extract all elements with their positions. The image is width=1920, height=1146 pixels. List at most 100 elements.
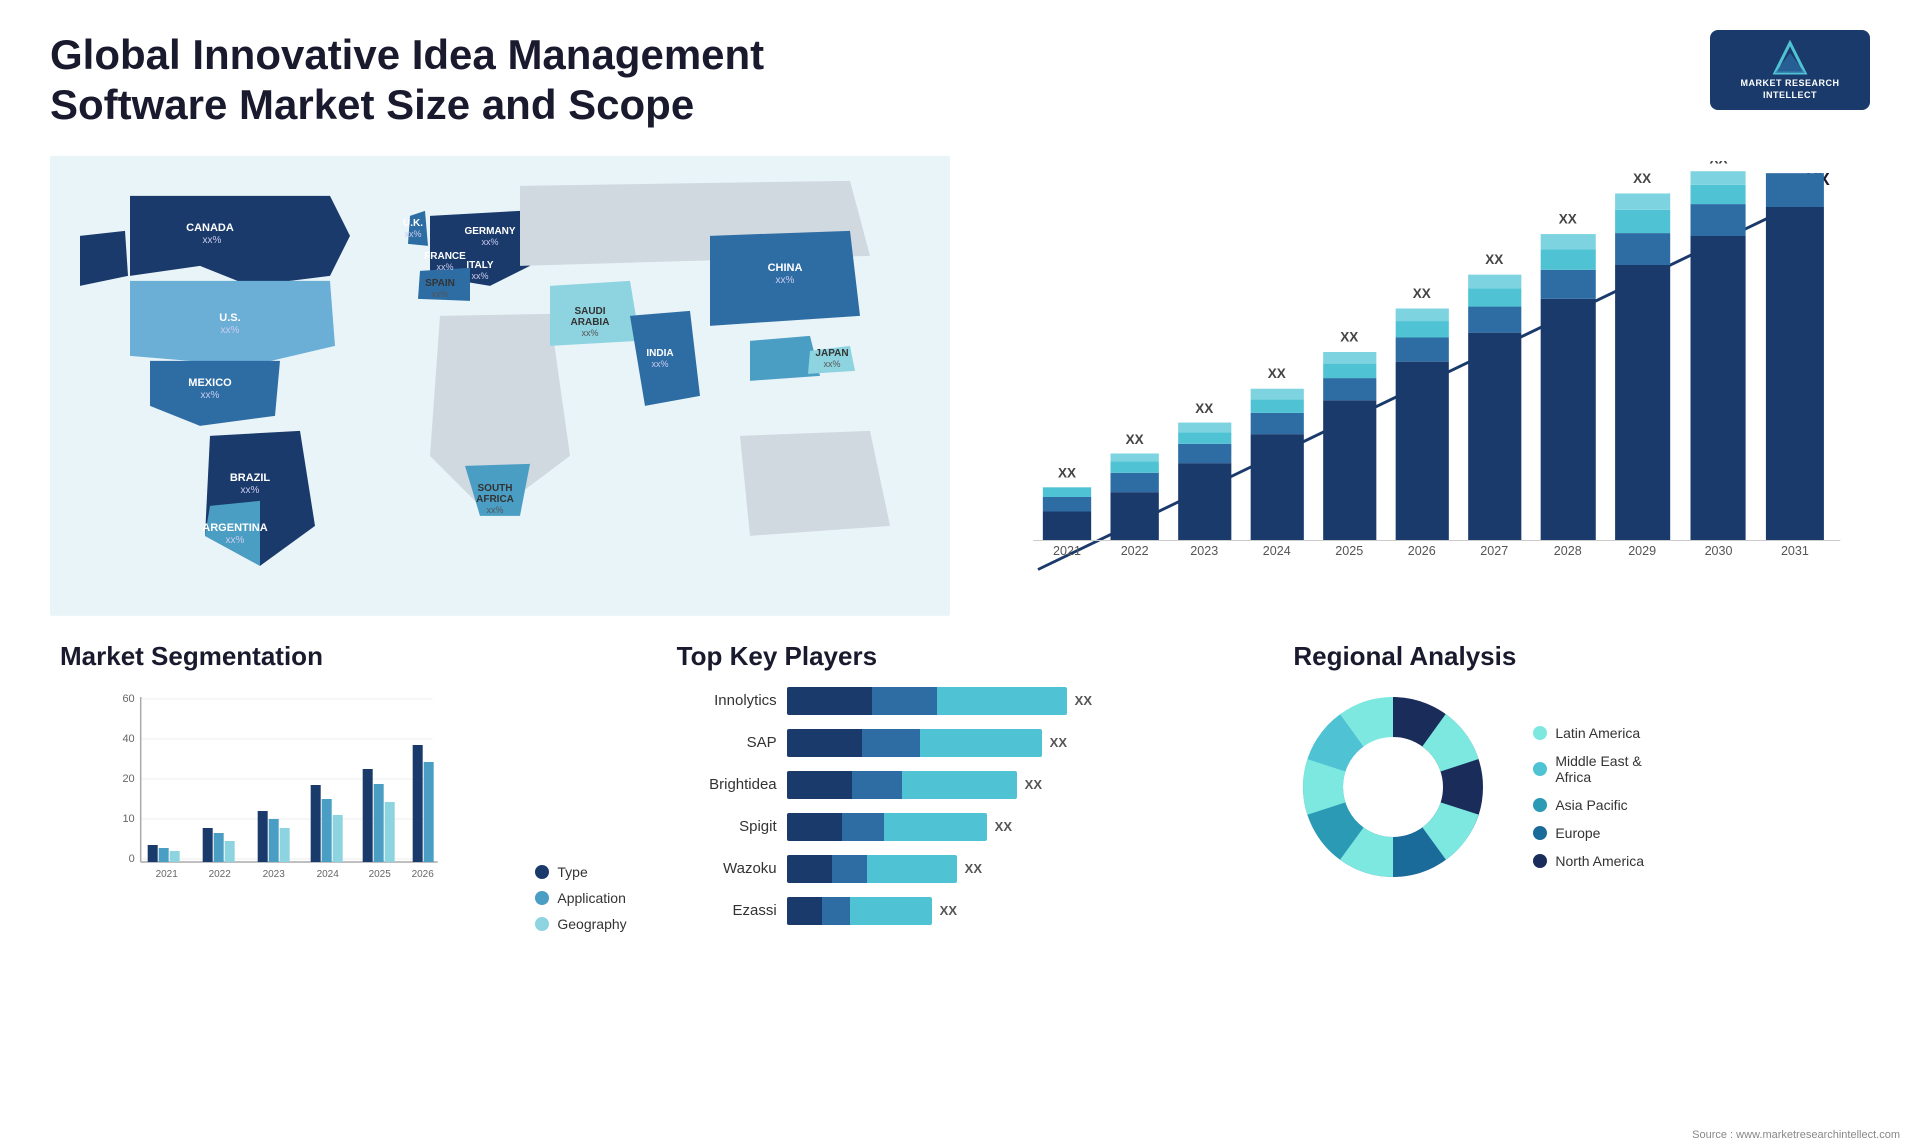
player-name-spigit: Spigit	[677, 818, 777, 835]
bar-2025-s3	[1323, 363, 1376, 378]
bar-2022-s1	[1111, 492, 1159, 540]
europe-label: Europe	[1555, 825, 1600, 841]
player-val: XX	[995, 819, 1012, 834]
bar-seg3	[902, 771, 1017, 799]
player-row: Brightidea XX	[677, 771, 1244, 799]
bar-2022-year: 2022	[1121, 544, 1149, 558]
bar-seg1	[787, 729, 862, 757]
bar-2026-year: 2026	[1408, 544, 1436, 558]
regional-section: Regional Analysis	[1283, 631, 1870, 942]
bar-2029-s1	[1615, 265, 1670, 540]
bar-2026-s2	[1396, 337, 1449, 361]
player-name-wazoku: Wazoku	[677, 860, 777, 877]
player-name-innolytics: Innolytics	[677, 692, 777, 709]
mexico-label: MEXICO	[188, 377, 232, 389]
legend-type: Type	[535, 864, 626, 880]
y-0: 0	[129, 853, 135, 865]
type-dot	[535, 865, 549, 879]
mea-dot	[1533, 762, 1547, 776]
player-val: XX	[1025, 777, 1042, 792]
logo-box: MARKET RESEARCH INTELLECT	[1710, 30, 1870, 110]
saudi-label2: ARABIA	[571, 317, 610, 328]
bar-seg1	[787, 813, 842, 841]
us-label: U.S.	[219, 312, 240, 324]
bar-2024-year: 2024	[1263, 544, 1291, 558]
uk-val: xx%	[404, 229, 421, 239]
player-bar-brightidea	[787, 771, 1017, 799]
bar-2028-s1	[1541, 299, 1596, 541]
y-20: 20	[122, 773, 134, 785]
bar-2028-year: 2028	[1554, 544, 1582, 558]
europe-dot	[1533, 826, 1547, 840]
bar-2030-s3	[1691, 185, 1746, 204]
svg-text:2023: 2023	[263, 869, 286, 880]
player-bar-container: XX	[787, 771, 1244, 799]
reg-legend-mea: Middle East &Africa	[1533, 753, 1644, 785]
bar-2028-val: XX	[1559, 211, 1577, 226]
bar-seg2	[832, 855, 867, 883]
brazil-label: BRAZIL	[230, 472, 271, 484]
bar-2025-s2	[1323, 378, 1376, 400]
bar-2025-year: 2025	[1335, 544, 1363, 558]
app-dot	[535, 891, 549, 905]
latin-dot	[1533, 726, 1547, 740]
bar-2025-val: XX	[1340, 329, 1358, 344]
bar-2030-s2	[1691, 204, 1746, 236]
segmentation-title: Market Segmentation	[60, 641, 627, 672]
bar-seg1	[787, 855, 832, 883]
bar-2021-s2	[1043, 497, 1091, 512]
bar-2021-s1	[1043, 511, 1091, 540]
app-label: Application	[557, 890, 626, 906]
bar-2026-s1	[1396, 361, 1449, 540]
seg-chart-svg: 60 40 20 10 0	[60, 687, 505, 927]
mea-label: Middle East &Africa	[1555, 753, 1641, 785]
svg-text:2026: 2026	[412, 869, 435, 880]
japan-val: xx%	[823, 359, 840, 369]
france-val: xx%	[436, 262, 453, 272]
donut-chart	[1293, 687, 1513, 907]
seg-legend: Type Application Geography	[525, 864, 626, 932]
player-row: SAP XX	[677, 729, 1244, 757]
page-container: Global Innovative Idea Management Softwa…	[0, 0, 1920, 1146]
growth-chart-section: XX XX 2021 XX 2022	[970, 151, 1870, 621]
svg-text:2024: 2024	[317, 869, 340, 880]
sa-label2: AFRICA	[476, 494, 514, 505]
bar-2026-val: XX	[1413, 286, 1431, 301]
bar-2022-s3	[1111, 461, 1159, 473]
argentina-label: ARGENTINA	[202, 522, 267, 534]
player-bar-container: XX	[787, 855, 1244, 883]
bar-2022-s2	[1111, 473, 1159, 492]
bar-2022-s4	[1111, 453, 1159, 461]
player-bar-container: XX	[787, 687, 1244, 715]
legend-geography: Geography	[535, 916, 626, 932]
latin-label: Latin America	[1555, 725, 1640, 741]
bar-2030-s4	[1691, 171, 1746, 185]
y-10: 10	[122, 813, 134, 825]
bar-2024-val: XX	[1268, 366, 1286, 381]
bar-2024-s3	[1251, 399, 1304, 413]
spain-label: SPAIN	[425, 278, 455, 289]
bar-2027-s1	[1468, 332, 1521, 540]
donut-svg	[1293, 687, 1493, 887]
bar-2029-year: 2029	[1628, 544, 1656, 558]
bar-seg3	[937, 687, 1067, 715]
us-val: xx%	[221, 325, 240, 336]
source-text: Source : www.marketresearchintellect.com	[1692, 1129, 1900, 1141]
header: Global Innovative Idea Management Softwa…	[50, 30, 1870, 131]
bar-2023-s3	[1178, 432, 1231, 444]
bar-2024-s1	[1251, 434, 1304, 540]
bar-seg1	[787, 897, 822, 925]
player-name-ezassi: Ezassi	[677, 902, 777, 919]
player-name-brightidea: Brightidea	[677, 776, 777, 793]
bar-seg3	[920, 729, 1042, 757]
donut-center	[1348, 742, 1438, 832]
bar-2023-year: 2023	[1190, 544, 1218, 558]
reg-legend-europe: Europe	[1533, 825, 1644, 841]
canada-val: xx%	[203, 235, 222, 246]
player-val: XX	[940, 903, 957, 918]
bar-2029-val: XX	[1633, 171, 1651, 186]
bar-2023-s1	[1178, 463, 1231, 540]
bar-2021-s3	[1043, 487, 1091, 497]
bar-2024-s4	[1251, 389, 1304, 400]
bar-2022-val: XX	[1126, 432, 1144, 447]
